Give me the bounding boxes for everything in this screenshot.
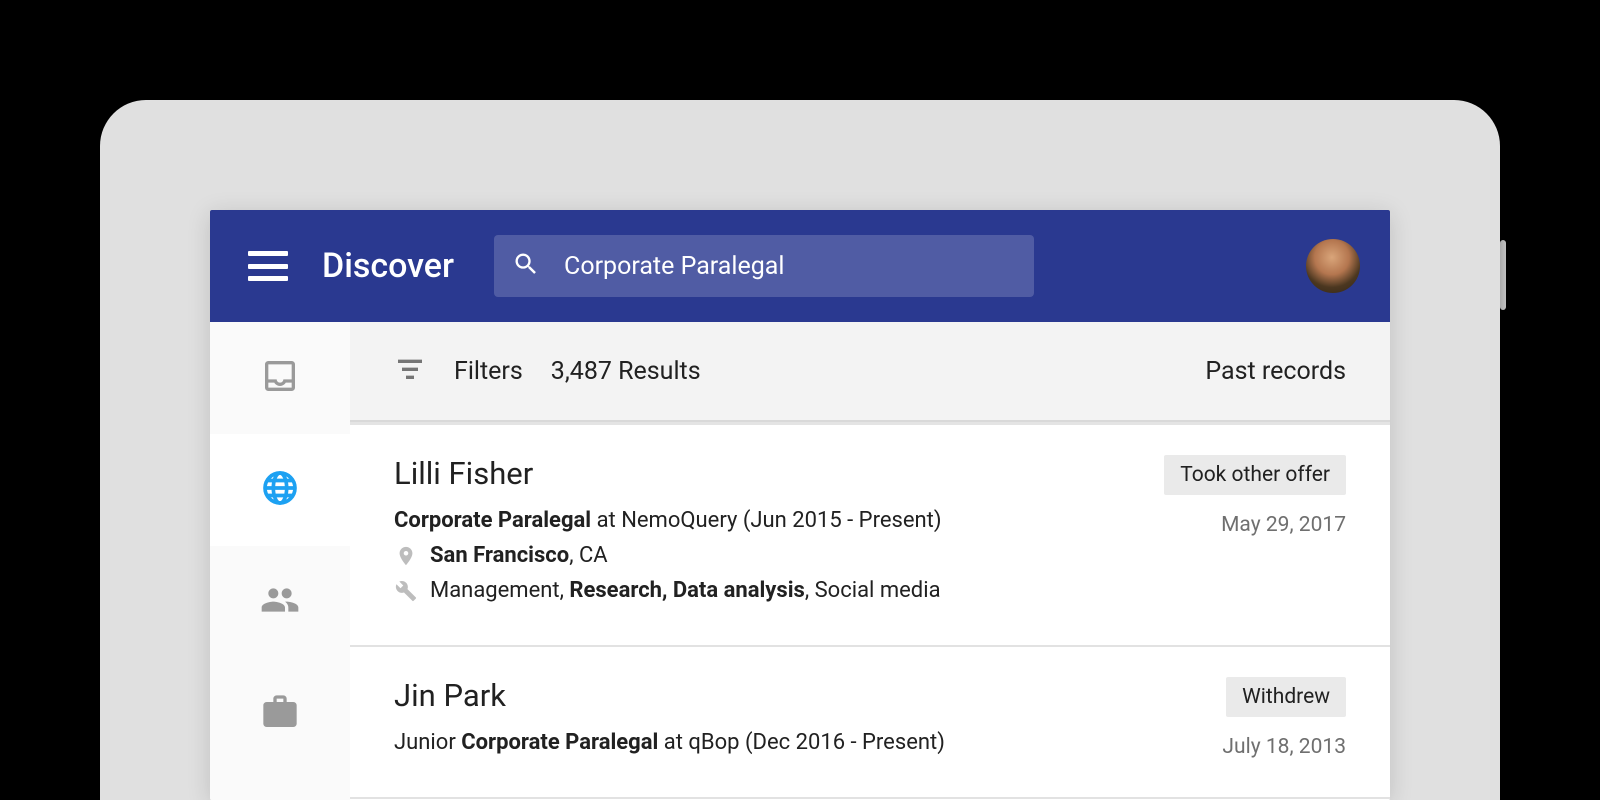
globe-icon xyxy=(260,468,300,512)
filters-button[interactable]: Filters xyxy=(454,357,523,386)
inbox-icon xyxy=(260,356,300,400)
result-card[interactable]: Lilli Fisher Corporate Paralegal at Nemo… xyxy=(350,425,1390,647)
device-side-button xyxy=(1500,240,1506,310)
filter-bar: Filters 3,487 Results Past records xyxy=(350,322,1390,422)
briefcase-icon xyxy=(260,692,300,736)
status-badge: Took other offer xyxy=(1164,455,1346,495)
wrench-icon xyxy=(394,579,418,603)
result-skills: Management, Research, Data analysis, Soc… xyxy=(394,578,1140,603)
app-body: Filters 3,487 Results Past records Lilli… xyxy=(210,322,1390,800)
result-date: July 18, 2013 xyxy=(1222,735,1346,759)
sidebar-item-jobs[interactable] xyxy=(210,658,350,770)
top-bar: Discover xyxy=(210,210,1390,322)
result-position: Junior Corporate Paralegal at qBop (Dec … xyxy=(394,730,1198,755)
results-count: 3,487 Results xyxy=(551,357,701,386)
sidebar-item-discover[interactable] xyxy=(210,434,350,546)
results-list: Lilli Fisher Corporate Paralegal at Nemo… xyxy=(350,422,1390,800)
people-icon xyxy=(260,580,300,624)
result-name: Lilli Fisher xyxy=(394,455,1140,492)
location-icon xyxy=(394,544,418,568)
search-icon xyxy=(512,250,540,282)
sidebar-item-people[interactable] xyxy=(210,546,350,658)
result-position: Corporate Paralegal at NemoQuery (Jun 20… xyxy=(394,508,1140,533)
result-name: Jin Park xyxy=(394,677,1198,714)
past-records-link[interactable]: Past records xyxy=(1205,357,1346,386)
menu-button[interactable] xyxy=(248,251,288,281)
user-avatar[interactable] xyxy=(1306,239,1360,293)
status-badge: Withdrew xyxy=(1226,677,1346,717)
sidebar-item-inbox[interactable] xyxy=(210,322,350,434)
main-content: Filters 3,487 Results Past records Lilli… xyxy=(350,322,1390,800)
search-box[interactable] xyxy=(494,235,1034,297)
device-frame: Discover xyxy=(100,100,1500,800)
sidebar xyxy=(210,322,350,800)
result-date: May 29, 2017 xyxy=(1221,513,1346,537)
page-title: Discover xyxy=(322,246,454,286)
search-input[interactable] xyxy=(564,252,1016,281)
result-card[interactable]: Jin Park Junior Corporate Paralegal at q… xyxy=(350,647,1390,799)
filter-icon xyxy=(394,353,426,389)
app-window: Discover xyxy=(210,210,1390,800)
result-location: San Francisco, CA xyxy=(394,543,1140,568)
